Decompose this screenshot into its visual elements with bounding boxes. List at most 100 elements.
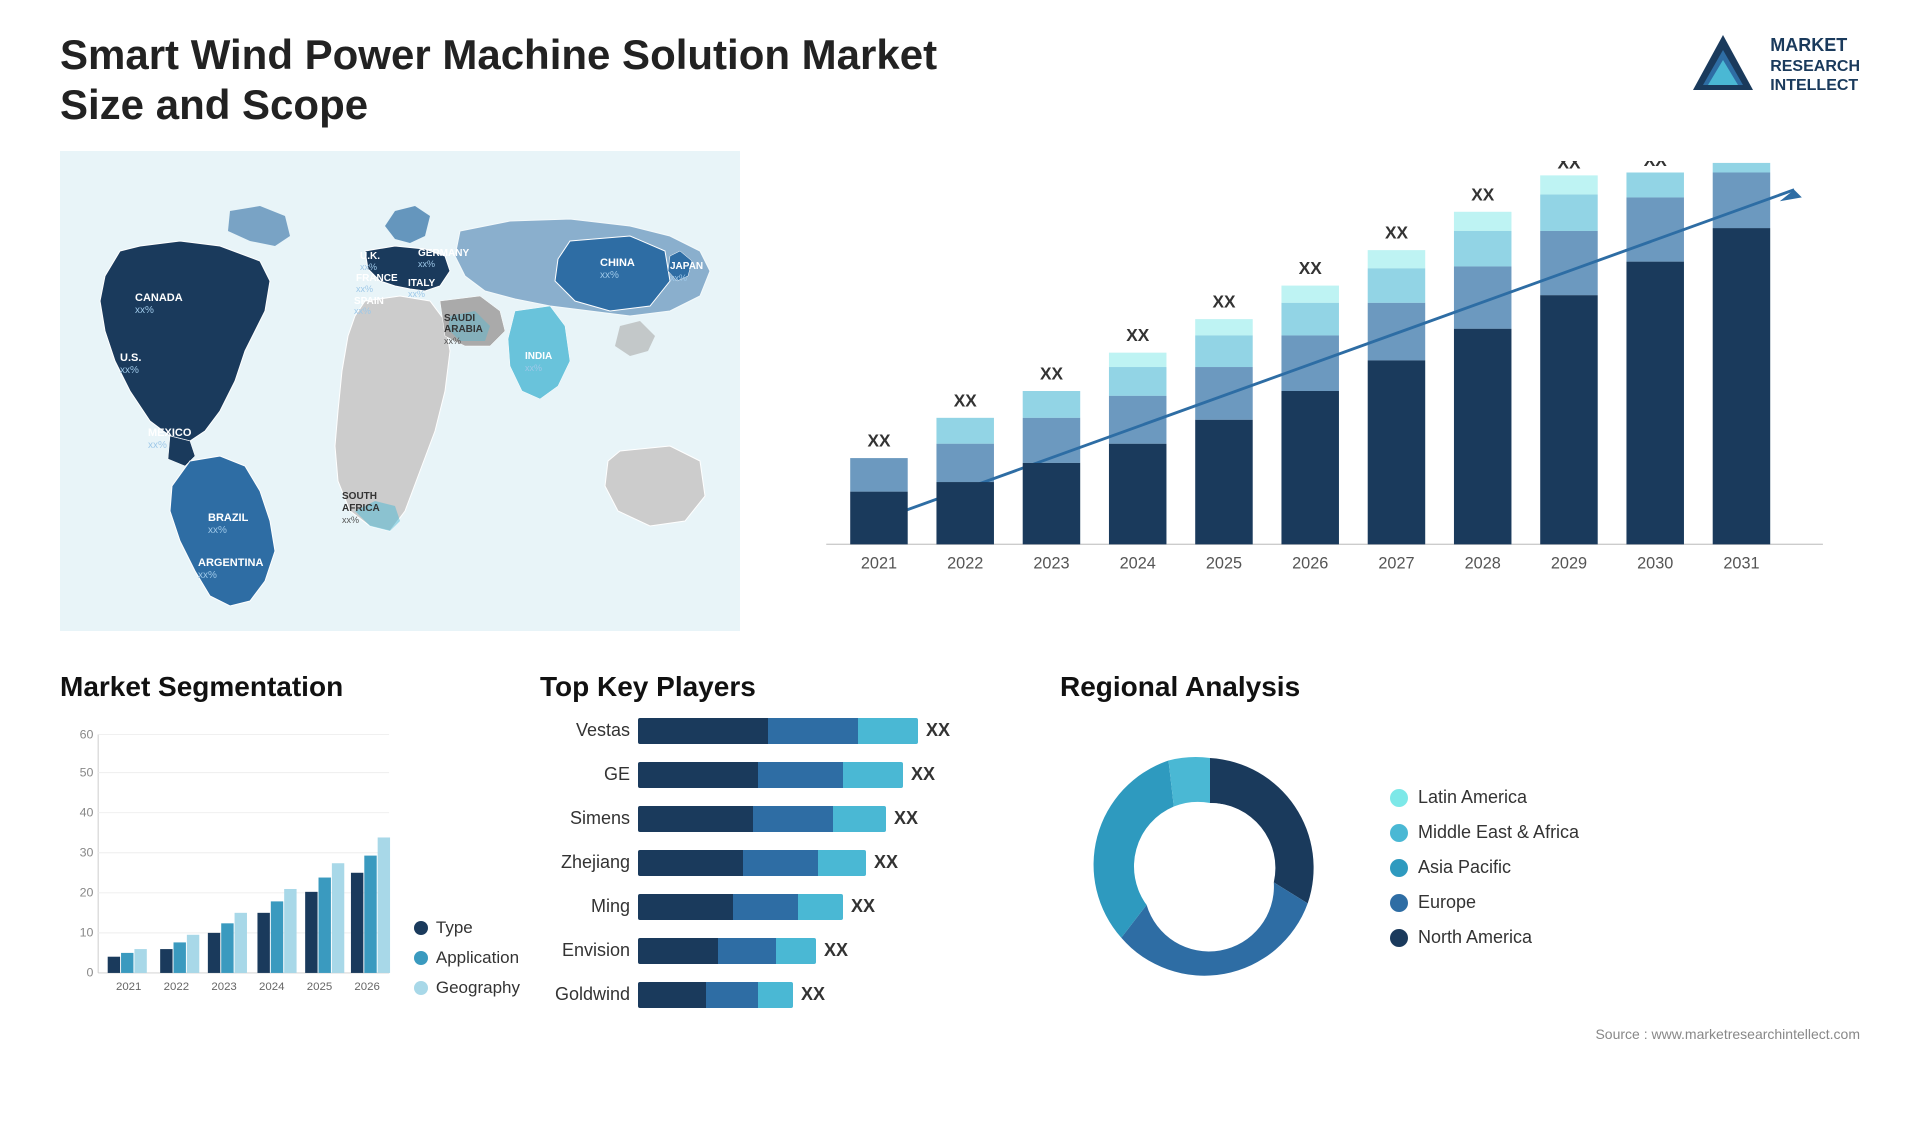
player-xx: XX (894, 808, 918, 829)
logo-container: MARKET RESEARCH INTELLECT (1688, 30, 1860, 100)
player-xx: XX (824, 940, 848, 961)
asia-pacific-dot (1390, 859, 1408, 877)
svg-text:XX: XX (1385, 222, 1409, 242)
svg-text:xx%: xx% (360, 262, 377, 272)
svg-text:xx%: xx% (342, 515, 359, 525)
bar-chart-container: XX XX XX XX (770, 151, 1860, 631)
player-row: Simens XX (540, 806, 1040, 832)
small-bar-chart: 0 10 20 30 40 50 60 2021 (60, 718, 394, 1018)
seg-legend-geography: Geography (414, 978, 520, 998)
svg-text:2021: 2021 (116, 981, 141, 993)
svg-text:XX: XX (954, 390, 978, 410)
player-bar-wrap: XX (638, 894, 1040, 920)
player-bar-wrap: XX (638, 850, 1040, 876)
seg-legend-application: Application (414, 948, 520, 968)
north-america-dot (1390, 929, 1408, 947)
player-name: Envision (540, 940, 630, 961)
player-bar-wrap: XX (638, 762, 1040, 788)
svg-text:GERMANY: GERMANY (418, 248, 469, 259)
top-section: CANADA xx% U.S. xx% MEXICO xx% BRAZIL xx… (60, 151, 1860, 631)
application-dot (414, 951, 428, 965)
legend-europe: Europe (1390, 892, 1579, 913)
regional-container: Regional Analysis (1060, 671, 1860, 1051)
north-america-label: North America (1418, 927, 1532, 948)
page-title: Smart Wind Power Machine Solution Market… (60, 30, 960, 131)
svg-text:xx%: xx% (120, 365, 139, 376)
svg-text:SOUTH: SOUTH (342, 491, 377, 502)
svg-text:XX: XX (1126, 325, 1150, 345)
bottom-section: Market Segmentation (60, 671, 1860, 1051)
latin-america-dot (1390, 789, 1408, 807)
asia-pacific-label: Asia Pacific (1418, 857, 1511, 878)
legend-latin-america: Latin America (1390, 787, 1579, 808)
svg-text:2023: 2023 (211, 981, 236, 993)
svg-text:2028: 2028 (1465, 554, 1501, 572)
player-bar (638, 982, 793, 1008)
svg-text:ARABIA: ARABIA (444, 324, 483, 335)
player-bar-wrap: XX (638, 718, 1040, 744)
legend-north-america: North America (1390, 927, 1579, 948)
type-label: Type (436, 918, 473, 938)
svg-text:JAPAN: JAPAN (670, 261, 703, 272)
svg-text:ARGENTINA: ARGENTINA (198, 557, 263, 569)
player-bar-wrap: XX (638, 982, 1040, 1008)
player-xx: XX (874, 852, 898, 873)
svg-text:2022: 2022 (947, 554, 983, 572)
svg-text:10: 10 (80, 925, 94, 939)
donut-svg (1060, 718, 1360, 1018)
type-dot (414, 921, 428, 935)
source-text: Source : www.marketresearchintellect.com (1060, 1026, 1860, 1042)
svg-text:INDIA: INDIA (525, 351, 552, 362)
player-bar (638, 850, 866, 876)
player-bar (638, 806, 886, 832)
svg-text:xx%: xx% (148, 440, 167, 451)
player-name: Goldwind (540, 984, 630, 1005)
svg-text:U.K.: U.K. (360, 251, 380, 262)
seg-legend-type: Type (414, 918, 520, 938)
svg-text:2031: 2031 (1723, 554, 1759, 572)
map-container: CANADA xx% U.S. xx% MEXICO xx% BRAZIL xx… (60, 151, 740, 631)
svg-text:2026: 2026 (354, 981, 379, 993)
svg-text:xx%: xx% (418, 259, 435, 269)
svg-text:SAUDI: SAUDI (444, 313, 475, 324)
player-bar (638, 894, 843, 920)
svg-text:XX: XX (1212, 291, 1236, 311)
legend-asia-pacific: Asia Pacific (1390, 857, 1579, 878)
svg-text:2024: 2024 (259, 981, 285, 993)
svg-text:2026: 2026 (1292, 554, 1328, 572)
svg-text:MEXICO: MEXICO (148, 427, 192, 439)
player-name: Simens (540, 808, 630, 829)
svg-text:60: 60 (80, 727, 94, 741)
player-row: GE XX (540, 762, 1040, 788)
middle-east-africa-dot (1390, 824, 1408, 842)
player-xx: XX (801, 984, 825, 1005)
svg-text:XX: XX (1040, 363, 1064, 383)
segmentation-container: Market Segmentation (60, 671, 520, 1051)
logo-text: MARKET RESEARCH INTELLECT (1770, 35, 1860, 95)
player-row: Goldwind XX (540, 982, 1040, 1008)
svg-text:xx%: xx% (135, 305, 154, 316)
svg-text:xx%: xx% (444, 336, 461, 346)
europe-label: Europe (1418, 892, 1476, 913)
players-list: Vestas XX GE (540, 718, 1040, 1008)
svg-text:BRAZIL: BRAZIL (208, 512, 249, 524)
player-bar-wrap: XX (638, 938, 1040, 964)
player-name: Ming (540, 896, 630, 917)
player-bar (638, 718, 918, 744)
svg-text:50: 50 (80, 765, 94, 779)
trend-chart-svg: XX XX XX XX (770, 161, 1860, 621)
application-label: Application (436, 948, 519, 968)
world-map-svg: CANADA xx% U.S. xx% MEXICO xx% BRAZIL xx… (60, 151, 740, 631)
svg-text:XX: XX (1644, 161, 1668, 170)
svg-text:xx%: xx% (208, 525, 227, 536)
player-name: Vestas (540, 720, 630, 741)
legend-middle-east-africa: Middle East & Africa (1390, 822, 1579, 843)
regional-title: Regional Analysis (1060, 671, 1860, 703)
svg-text:ITALY: ITALY (408, 278, 436, 289)
player-row: Envision XX (540, 938, 1040, 964)
player-xx: XX (911, 764, 935, 785)
geography-dot (414, 981, 428, 995)
segmentation-title: Market Segmentation (60, 671, 520, 703)
latin-america-label: Latin America (1418, 787, 1527, 808)
svg-text:2022: 2022 (164, 981, 189, 993)
